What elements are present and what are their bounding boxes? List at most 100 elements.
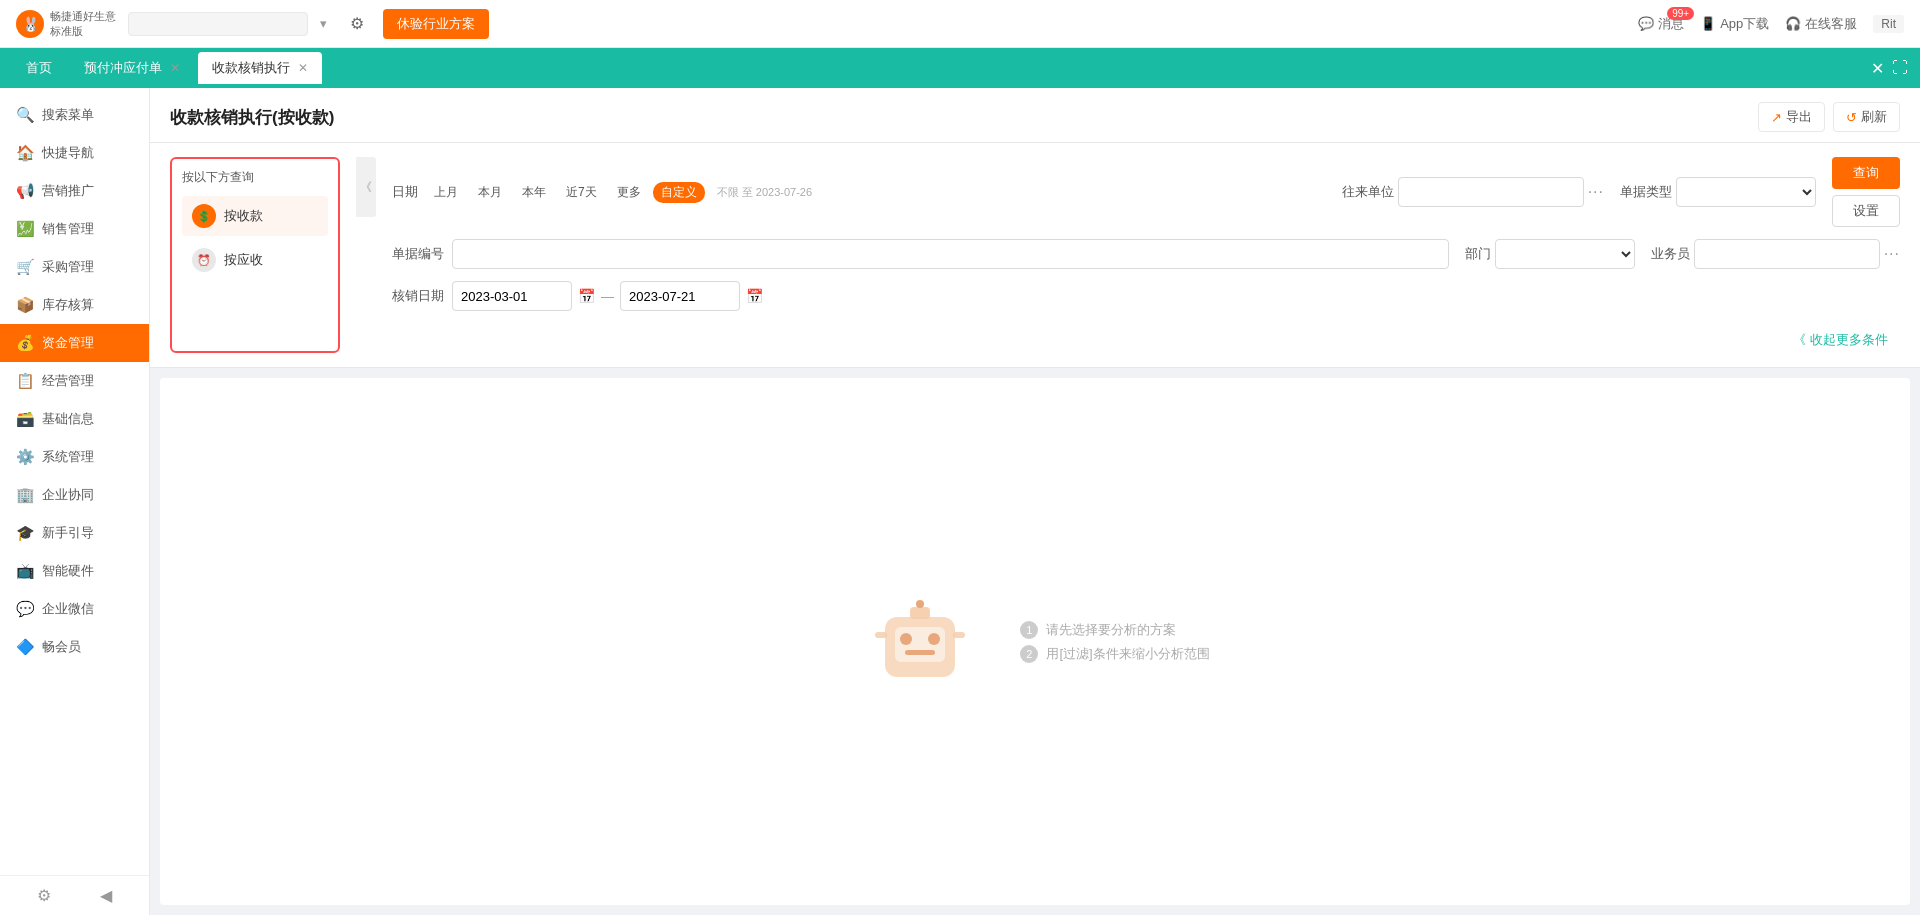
date-tab-this-year[interactable]: 本年 [514, 182, 554, 203]
salesman-ellipsis-button[interactable]: ··· [1884, 245, 1900, 263]
top-search-input[interactable] [128, 12, 308, 36]
tab-expand-icon[interactable]: ⛶ [1892, 59, 1908, 77]
main-layout: 🔍 搜索菜单 🏠 快捷导航 📢 营销推广 💹 销售管理 🛒 采购管理 📦 [0, 88, 1920, 915]
svg-rect-8 [953, 632, 965, 638]
query-layout: 按以下方查询 💲 按收款 ⏰ 按应收 《 [170, 157, 1900, 353]
bill-type-select[interactable] [1676, 177, 1816, 207]
svg-rect-4 [905, 650, 935, 655]
sidebar-item-inventory[interactable]: 📦 库存核算 [0, 286, 149, 324]
sidebar-item-basic-info[interactable]: 🗃️ 基础信息 [0, 400, 149, 438]
department-select[interactable] [1495, 239, 1635, 269]
wechat-icon: 💬 [16, 600, 34, 618]
svg-rect-5 [910, 607, 930, 619]
empty-state: 1 请先选择要分析的方案 2 用[过滤]条件来缩小分析范围 [160, 378, 1910, 905]
collapse-more-icon: 《 [1793, 331, 1806, 349]
sidebar-item-sales[interactable]: 💹 销售管理 [0, 210, 149, 248]
sidebar-collapse-button[interactable]: ◀ [100, 886, 112, 905]
sidebar-item-hardware[interactable]: 📺 智能硬件 [0, 552, 149, 590]
date-tab-more[interactable]: 更多 [609, 182, 649, 203]
form-row-1: 日期 上月 本月 本年 近7天 更多 自定义 不限 至 2023-07-26 [392, 157, 1900, 227]
inventory-icon: 📦 [16, 296, 34, 314]
chevron-down-icon[interactable]: ▾ [320, 16, 327, 31]
tab-home[interactable]: 首页 [12, 52, 66, 84]
online-service-icon: 🎧 [1785, 16, 1801, 31]
message-icon: 💬 [1638, 16, 1654, 31]
bill-type-group: 单据类型 [1620, 177, 1816, 207]
sidebar-item-wechat[interactable]: 💬 企业微信 [0, 590, 149, 628]
tab-prepay[interactable]: 预付冲应付单 ✕ [70, 52, 194, 84]
user-name[interactable]: Rit [1873, 15, 1904, 33]
tab-receipt[interactable]: 收款核销执行 ✕ [198, 52, 322, 84]
date-tabs: 上月 本月 本年 近7天 更多 自定义 [426, 182, 705, 203]
hint-num-2: 2 [1020, 645, 1038, 663]
svg-point-6 [916, 600, 924, 608]
header-actions: ↗ 导出 ↺ 刷新 [1758, 102, 1900, 132]
sidebar-settings-button[interactable]: ⚙ [37, 886, 51, 905]
date-tab-this-month[interactable]: 本月 [470, 182, 510, 203]
message-item[interactable]: 💬 消息 99+ [1638, 15, 1684, 33]
sidebar-item-finance[interactable]: 💰 资金管理 [0, 324, 149, 362]
verify-date-end-calendar-icon[interactable]: 📅 [746, 288, 763, 304]
query-button[interactable]: 查询 [1832, 157, 1900, 189]
date-sub-label: 不限 至 2023-07-26 [717, 185, 812, 200]
export-button[interactable]: ↗ 导出 [1758, 102, 1825, 132]
sidebar-nav: 🔍 搜索菜单 🏠 快捷导航 📢 营销推广 💹 销售管理 🛒 采购管理 📦 [0, 88, 149, 875]
counterpart-input[interactable] [1398, 177, 1584, 207]
verify-date-group: 核销日期 📅 — 📅 [392, 281, 1900, 311]
date-tab-last-month[interactable]: 上月 [426, 182, 466, 203]
sidebar-item-guide[interactable]: 🎓 新手引导 [0, 514, 149, 552]
sidebar-item-purchase[interactable]: 🛒 采购管理 [0, 248, 149, 286]
verify-date-start-input[interactable] [452, 281, 572, 311]
sales-icon: 💹 [16, 220, 34, 238]
refresh-button[interactable]: ↺ 刷新 [1833, 102, 1900, 132]
app-download-item[interactable]: 📱 App下载 [1700, 15, 1769, 33]
basic-info-icon: 🗃️ [16, 410, 34, 428]
salesman-input[interactable] [1694, 239, 1880, 269]
tab-close-all-icon[interactable]: ✕ [1871, 59, 1884, 78]
industry-button[interactable]: 休验行业方案 [383, 9, 489, 39]
logo: 🐰 畅捷通好生意 标准版 [16, 9, 116, 38]
message-badge: 99+ [1667, 7, 1694, 20]
app-download-icon: 📱 [1700, 16, 1716, 31]
sidebar-item-quick-nav[interactable]: 🏠 快捷导航 [0, 134, 149, 172]
counterpart-ellipsis-button[interactable]: ··· [1588, 183, 1604, 201]
date-tab-last7[interactable]: 近7天 [558, 182, 605, 203]
counterpart-label: 往来单位 [1342, 183, 1394, 201]
svg-rect-7 [875, 632, 887, 638]
verify-date-start-calendar-icon[interactable]: 📅 [578, 288, 595, 304]
by-receipt-icon: 💲 [192, 204, 216, 228]
sidebar-item-member[interactable]: 🔷 畅会员 [0, 628, 149, 666]
online-service-item[interactable]: 🎧 在线客服 [1785, 15, 1857, 33]
tab-prepay-close-icon[interactable]: ✕ [170, 61, 180, 75]
gear-icon[interactable]: ⚙ [343, 10, 371, 38]
query-mode-by-receipt[interactable]: 💲 按收款 [182, 196, 328, 236]
date-group: 日期 上月 本月 本年 近7天 更多 自定义 不限 至 2023-07-26 [392, 182, 1326, 203]
verify-date-end-input[interactable] [620, 281, 740, 311]
query-sidebar-title: 按以下方查询 [182, 169, 328, 186]
sidebar-item-search-menu[interactable]: 🔍 搜索菜单 [0, 96, 149, 134]
date-label: 日期 [392, 183, 418, 201]
form-row-3: 核销日期 📅 — 📅 [392, 281, 1900, 311]
bill-number-group: 单据编号 [392, 239, 1449, 269]
search-menu-icon: 🔍 [16, 106, 34, 124]
query-sidebar: 按以下方查询 💲 按收款 ⏰ 按应收 [170, 157, 340, 353]
svg-rect-1 [895, 627, 945, 662]
counterpart-group: 往来单位 ··· [1342, 177, 1604, 207]
query-mode-by-receivable[interactable]: ⏰ 按应收 [182, 240, 328, 280]
sidebar-item-enterprise[interactable]: 🏢 企业协同 [0, 476, 149, 514]
by-receivable-icon: ⏰ [192, 248, 216, 272]
date-tab-custom[interactable]: 自定义 [653, 182, 705, 203]
sidebar-bottom: ⚙ ◀ [0, 875, 149, 915]
settings-button[interactable]: 设置 [1832, 195, 1900, 227]
date-separator: — [601, 289, 614, 304]
sidebar-item-system[interactable]: ⚙️ 系统管理 [0, 438, 149, 476]
collapse-more-button[interactable]: 《 收起更多条件 [1781, 327, 1900, 353]
tab-receipt-close-icon[interactable]: ✕ [298, 61, 308, 75]
collapse-sidebar-button[interactable]: 《 [356, 157, 376, 217]
sidebar-item-operations[interactable]: 📋 经营管理 [0, 362, 149, 400]
sidebar: 🔍 搜索菜单 🏠 快捷导航 📢 营销推广 💹 销售管理 🛒 采购管理 📦 [0, 88, 150, 915]
bill-number-input[interactable] [452, 239, 1449, 269]
quick-nav-icon: 🏠 [16, 144, 34, 162]
empty-state-illustration [860, 582, 980, 702]
sidebar-item-marketing[interactable]: 📢 营销推广 [0, 172, 149, 210]
